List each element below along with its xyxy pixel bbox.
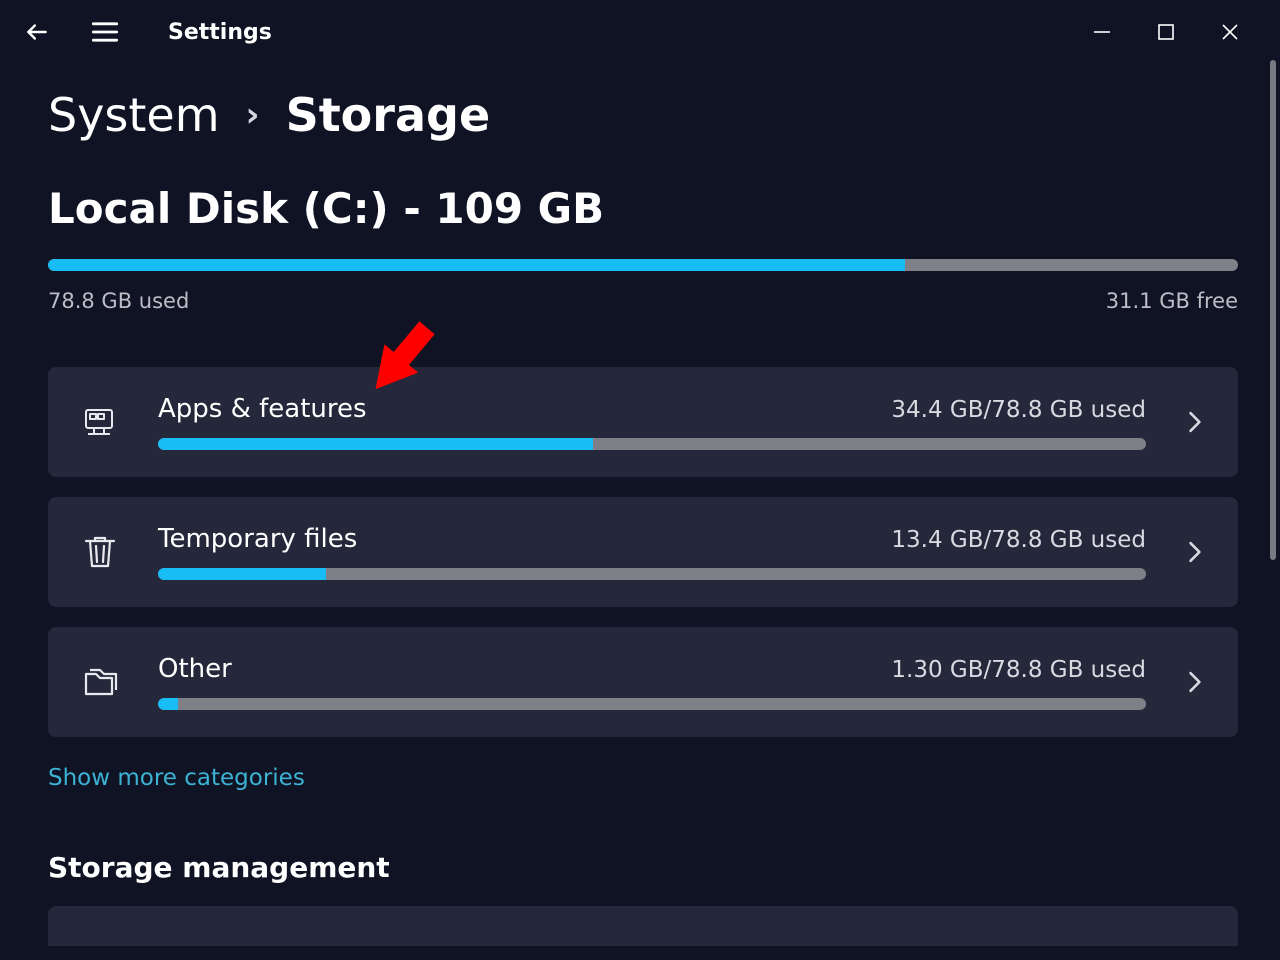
window-minimize[interactable]: [1084, 14, 1120, 50]
category-usage: 34.4 GB/78.8 GB used: [891, 397, 1146, 423]
window-maximize[interactable]: [1148, 14, 1184, 50]
category-bar: [158, 438, 1146, 450]
breadcrumb-current: Storage: [286, 88, 491, 142]
storage-category-apps[interactable]: Apps & features 34.4 GB/78.8 GB used: [48, 367, 1238, 477]
storage-management-panel[interactable]: [48, 906, 1238, 946]
category-usage: 1.30 GB/78.8 GB used: [891, 657, 1146, 683]
storage-category-temp[interactable]: Temporary files 13.4 GB/78.8 GB used: [48, 497, 1238, 607]
disk-usage-bar: [48, 259, 1238, 271]
chevron-right-icon: [1178, 411, 1212, 433]
disk-usage-fill: [48, 259, 905, 271]
hamburger-button[interactable]: [82, 9, 128, 55]
chevron-right-icon: ›: [246, 95, 260, 135]
apps-icon: [74, 396, 126, 448]
category-usage: 13.4 GB/78.8 GB used: [891, 527, 1146, 553]
category-name: Temporary files: [158, 524, 357, 554]
show-more-link[interactable]: Show more categories: [48, 765, 1232, 791]
breadcrumb-root[interactable]: System: [48, 88, 220, 142]
storage-category-other[interactable]: Other 1.30 GB/78.8 GB used: [48, 627, 1238, 737]
scrollbar[interactable]: [1270, 60, 1276, 560]
category-name: Other: [158, 654, 232, 684]
folder-icon: [74, 656, 126, 708]
chevron-right-icon: [1178, 671, 1212, 693]
window-close[interactable]: [1212, 14, 1248, 50]
breadcrumb: System › Storage: [48, 88, 1232, 142]
category-bar: [158, 568, 1146, 580]
back-button[interactable]: [14, 9, 60, 55]
disk-free-label: 31.1 GB free: [1106, 289, 1238, 313]
app-title: Settings: [168, 20, 272, 45]
titlebar: Settings: [0, 0, 1280, 64]
disk-title: Local Disk (C:) - 109 GB: [48, 184, 1232, 233]
category-bar: [158, 698, 1146, 710]
chevron-right-icon: [1178, 541, 1212, 563]
section-heading: Storage management: [48, 851, 1232, 884]
disk-used-label: 78.8 GB used: [48, 289, 189, 313]
trash-icon: [74, 526, 126, 578]
category-name: Apps & features: [158, 394, 367, 424]
